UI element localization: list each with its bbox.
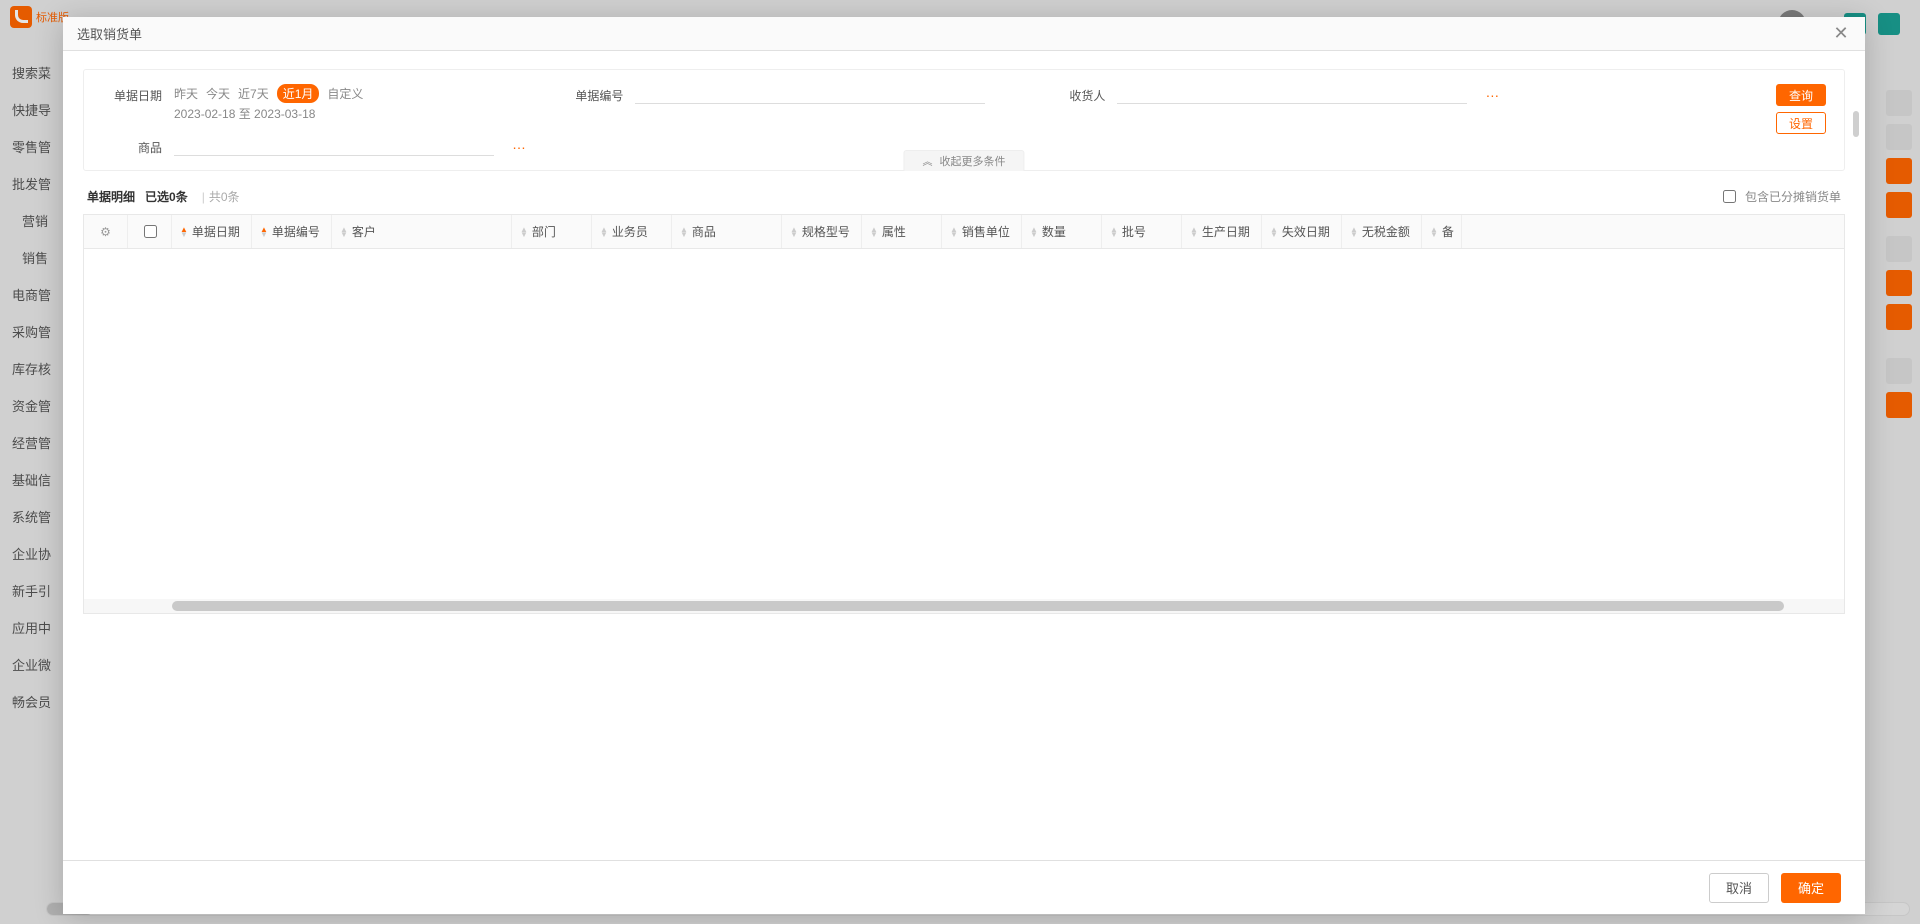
col-label: 数量 [1042, 223, 1066, 240]
receiver-picker-icon[interactable]: … [1485, 84, 1499, 100]
include-split-wrapper[interactable]: 包含已分摊销货单 [1719, 187, 1841, 206]
list-selected-label: 已选0条 [145, 188, 188, 205]
list-detail-label: 单据明细 [87, 188, 135, 205]
modal-footer: 取消 确定 [63, 860, 1865, 914]
list-sep: | [202, 190, 205, 204]
query-button[interactable]: 查询 [1776, 84, 1826, 106]
col-label: 属性 [882, 223, 906, 240]
col-expire[interactable]: ▲▼ 失效日期 [1262, 215, 1342, 248]
product-picker-icon[interactable]: … [512, 136, 526, 152]
collapse-label: 收起更多条件 [940, 156, 1006, 168]
sort-icon[interactable]: ▲▼ [790, 227, 798, 237]
table-body [84, 249, 1844, 613]
col-label: 部门 [532, 223, 556, 240]
col-sales[interactable]: ▲▼ 业务员 [592, 215, 672, 248]
col-gear[interactable]: ⚙ [84, 215, 128, 248]
modal-body: 单据日期 昨天 今天 近7天 近1月 自定义 2023-02-18 至 2023… [63, 51, 1865, 860]
sort-icon[interactable]: ▲▼ [340, 227, 348, 237]
filter-receiver-label: 收货人 [1045, 84, 1105, 104]
date-quick-tabs: 昨天 今天 近7天 近1月 自定义 [174, 84, 363, 103]
hscroll-thumb[interactable] [172, 601, 1784, 611]
include-split-label: 包含已分摊销货单 [1745, 188, 1841, 205]
sort-icon[interactable]: ▲▼ [1030, 227, 1038, 237]
col-produced[interactable]: ▲▼ 生产日期 [1182, 215, 1262, 248]
col-label: 失效日期 [1282, 223, 1330, 240]
sort-icon[interactable]: ▲▼ [180, 227, 188, 237]
filter-docno: 单据编号 [563, 84, 985, 104]
col-label: 批号 [1122, 223, 1146, 240]
col-label: 单据日期 [192, 223, 240, 240]
col-unit[interactable]: ▲▼ 销售单位 [942, 215, 1022, 248]
date-tab-last1m[interactable]: 近1月 [277, 84, 320, 103]
date-tab-today[interactable]: 今天 [206, 85, 230, 102]
product-input[interactable] [174, 136, 494, 156]
collapse-filter-button[interactable]: ︽ 收起更多条件 [903, 150, 1024, 171]
col-label: 规格型号 [802, 223, 850, 240]
sort-icon[interactable]: ▲▼ [1190, 227, 1198, 237]
sort-icon[interactable]: ▲▼ [680, 227, 688, 237]
close-icon[interactable]: ✕ [1831, 23, 1851, 44]
confirm-button[interactable]: 确定 [1781, 873, 1841, 903]
gear-icon[interactable]: ⚙ [100, 225, 111, 239]
col-qty[interactable]: ▲▼ 数量 [1022, 215, 1102, 248]
filter-date-label: 单据日期 [102, 84, 162, 104]
col-customer[interactable]: ▲▼ 客户 [332, 215, 512, 248]
select-all-checkbox[interactable] [144, 225, 157, 238]
col-dept[interactable]: ▲▼ 部门 [512, 215, 592, 248]
filter-actions: 查询 设置 [1776, 84, 1826, 134]
filter-product: 商品 … [102, 136, 526, 156]
table: ⚙ ▲▼ 单据日期 ▲▼ 单据编号 ▲▼ 客户 ▲▼ 部门 ▲▼ 业务员 ▲▼ 商品 ▲▼ 规格型号 ▲▼ 属性… [83, 214, 1845, 614]
list-total-label: 共0条 [209, 188, 240, 205]
table-horizontal-scrollbar[interactable] [84, 599, 1844, 613]
col-label: 销售单位 [962, 223, 1010, 240]
col-spec[interactable]: ▲▼ 规格型号 [782, 215, 862, 248]
settings-button[interactable]: 设置 [1776, 112, 1826, 134]
sort-icon[interactable]: ▲▼ [1350, 227, 1358, 237]
col-amount[interactable]: ▲▼ 无税金额 [1342, 215, 1422, 248]
col-label: 客户 [352, 223, 376, 240]
filter-docno-label: 单据编号 [563, 84, 623, 104]
date-tab-custom[interactable]: 自定义 [327, 85, 363, 102]
modal-select-sales-order: 选取销货单 ✕ 单据日期 昨天 今天 近7天 近1月 自定义 [63, 17, 1865, 914]
col-product[interactable]: ▲▼ 商品 [672, 215, 782, 248]
modal-header: 选取销货单 ✕ [63, 17, 1865, 51]
col-batch[interactable]: ▲▼ 批号 [1102, 215, 1182, 248]
modal-vertical-scrollbar[interactable] [1853, 111, 1859, 780]
col-attr[interactable]: ▲▼ 属性 [862, 215, 942, 248]
date-tab-last7[interactable]: 近7天 [238, 85, 269, 102]
col-label: 生产日期 [1202, 223, 1250, 240]
col-label: 备 [1442, 223, 1454, 240]
sort-icon[interactable]: ▲▼ [520, 227, 528, 237]
col-date[interactable]: ▲▼ 单据日期 [172, 215, 252, 248]
sort-icon[interactable]: ▲▼ [1110, 227, 1118, 237]
date-tab-yesterday[interactable]: 昨天 [174, 85, 198, 102]
sort-icon[interactable]: ▲▼ [1270, 227, 1278, 237]
list-meta: 单据明细 已选0条 | 共0条 包含已分摊销货单 [87, 187, 1841, 206]
chevron-up-icon: ︽ [922, 157, 932, 168]
col-chk[interactable] [128, 215, 172, 248]
sort-icon[interactable]: ▲▼ [600, 227, 608, 237]
filter-panel: 单据日期 昨天 今天 近7天 近1月 自定义 2023-02-18 至 2023… [83, 69, 1845, 171]
col-remark[interactable]: ▲▼ 备 [1422, 215, 1462, 248]
filter-receiver: 收货人 … [1045, 84, 1499, 104]
table-header: ⚙ ▲▼ 单据日期 ▲▼ 单据编号 ▲▼ 客户 ▲▼ 部门 ▲▼ 业务员 ▲▼ 商品 ▲▼ 规格型号 ▲▼ 属性… [84, 215, 1844, 249]
sort-icon[interactable]: ▲▼ [950, 227, 958, 237]
include-split-checkbox[interactable] [1723, 190, 1736, 203]
sort-icon[interactable]: ▲▼ [1430, 227, 1438, 237]
col-label: 单据编号 [272, 223, 320, 240]
cancel-button[interactable]: 取消 [1709, 873, 1769, 903]
col-no[interactable]: ▲▼ 单据编号 [252, 215, 332, 248]
receiver-input[interactable] [1117, 84, 1467, 104]
col-label: 无税金额 [1362, 223, 1410, 240]
filter-date: 单据日期 昨天 今天 近7天 近1月 自定义 2023-02-18 至 2023… [102, 84, 363, 122]
date-range-display: 2023-02-18 至 2023-03-18 [174, 105, 363, 122]
col-label: 商品 [692, 223, 716, 240]
col-label: 业务员 [612, 223, 648, 240]
modal-title: 选取销货单 [77, 24, 142, 43]
vscroll-thumb[interactable] [1853, 111, 1859, 137]
docno-input[interactable] [635, 84, 985, 104]
sort-icon[interactable]: ▲▼ [870, 227, 878, 237]
sort-icon[interactable]: ▲▼ [260, 227, 268, 237]
filter-product-label: 商品 [102, 136, 162, 156]
